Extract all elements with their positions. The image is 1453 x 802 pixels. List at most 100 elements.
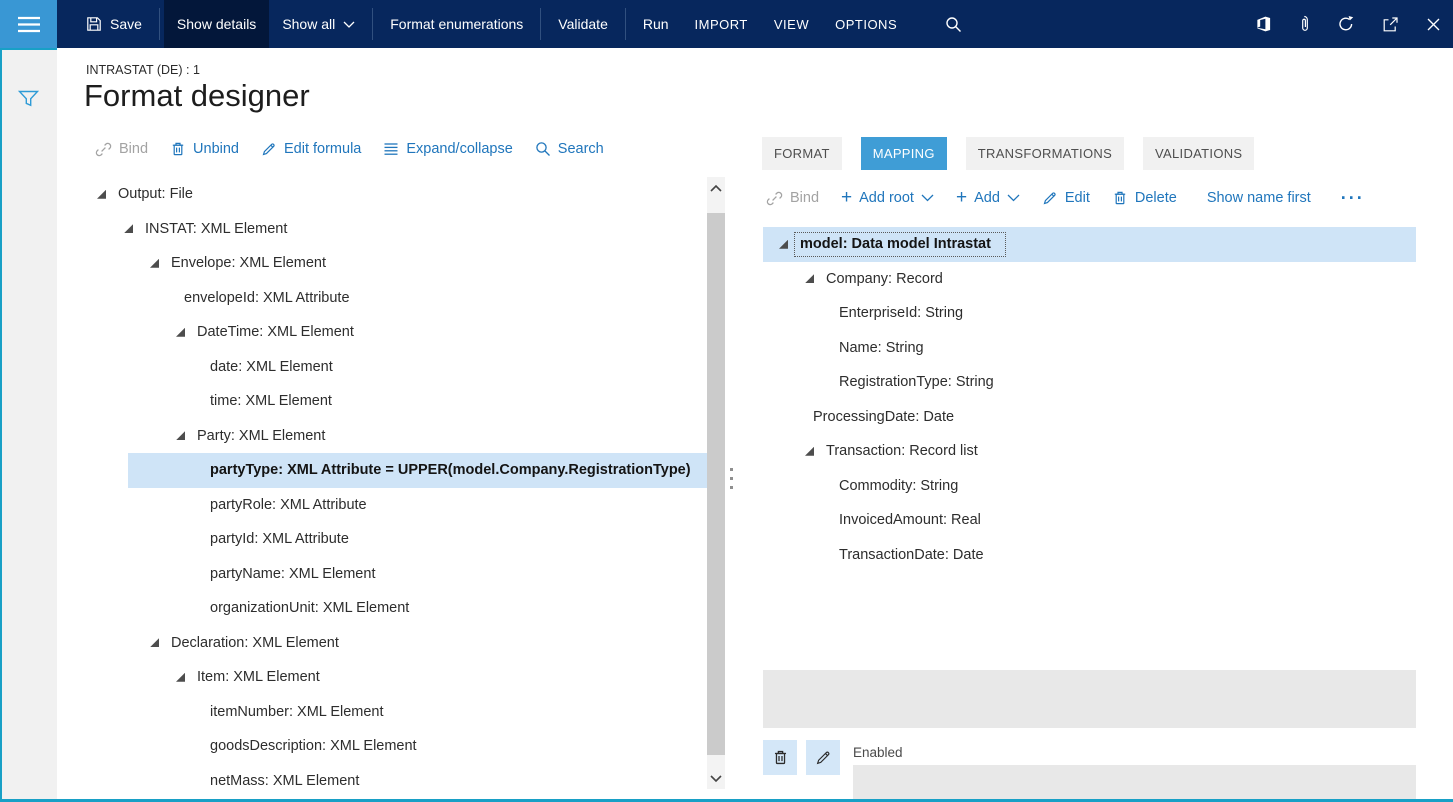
- navbar-menu: Save Show details Show all Format enumer…: [73, 0, 975, 48]
- collapse-triangle-icon[interactable]: [150, 638, 159, 648]
- validate-button[interactable]: Validate: [545, 0, 621, 48]
- edit-formula-button[interactable]: Edit formula: [261, 141, 361, 157]
- pencil-icon: [261, 141, 277, 157]
- save-label: Save: [110, 16, 142, 32]
- add-root-button[interactable]: + Add root: [841, 188, 934, 208]
- save-icon: [86, 16, 102, 32]
- chevron-down-icon: [921, 194, 934, 202]
- bind-button[interactable]: Bind: [95, 141, 148, 158]
- attach-icon[interactable]: [1299, 15, 1310, 33]
- expand-collapse-button[interactable]: Expand/collapse: [383, 141, 513, 157]
- tree-node-date[interactable]: date: XML Element: [84, 350, 708, 385]
- hamburger-menu-button[interactable]: [0, 0, 57, 48]
- tree-node-partyrole[interactable]: partyRole: XML Attribute: [84, 488, 708, 523]
- bind-label: Bind: [790, 190, 820, 206]
- tree-node-netmass[interactable]: netMass: XML Element: [84, 764, 708, 799]
- menu-view[interactable]: VIEW: [761, 0, 822, 48]
- search-tree-button[interactable]: Search: [535, 141, 604, 157]
- add-button[interactable]: + Add: [955, 186, 1020, 208]
- data-model-tree: model: Data model Intrastat Company: Rec…: [763, 227, 1416, 572]
- collapse-triangle-icon[interactable]: [805, 446, 814, 456]
- delete-record-button[interactable]: [763, 740, 797, 775]
- more-options-button[interactable]: ···: [1341, 188, 1365, 209]
- tree-node-party[interactable]: Party: XML Element: [84, 419, 708, 454]
- tree-node-instat[interactable]: INSTAT: XML Element: [84, 212, 708, 247]
- model-node-invoicedamount[interactable]: InvoicedAmount: Real: [763, 503, 1416, 538]
- edit-formula-label: Edit formula: [283, 141, 362, 157]
- scroll-down-icon[interactable]: [708, 774, 724, 784]
- trash-icon: [170, 141, 186, 157]
- collapse-triangle-icon[interactable]: [124, 224, 133, 234]
- refresh-icon[interactable]: [1337, 15, 1355, 33]
- tab-mapping[interactable]: MAPPING: [860, 137, 947, 170]
- collapse-triangle-icon[interactable]: [176, 327, 185, 337]
- tree-node-partytype-selected[interactable]: partyType: XML Attribute = UPPER(model.C…: [84, 453, 708, 488]
- show-all-button[interactable]: Show all: [269, 0, 368, 48]
- show-name-first-button[interactable]: Show name first: [1207, 190, 1311, 206]
- navbar-system-icons: [1255, 0, 1441, 48]
- model-node-enterpriseid[interactable]: EnterpriseId: String: [763, 296, 1416, 331]
- tree-node-time[interactable]: time: XML Element: [84, 384, 708, 419]
- tree-node-envelope[interactable]: Envelope: XML Element: [84, 246, 708, 281]
- tree-node-organizationunit[interactable]: organizationUnit: XML Element: [84, 591, 708, 626]
- model-node-registrationtype[interactable]: RegistrationType: String: [763, 365, 1416, 400]
- import-label: IMPORT: [694, 16, 748, 32]
- tree-node-itemnumber[interactable]: itemNumber: XML Element: [84, 695, 708, 730]
- menu-import[interactable]: IMPORT: [682, 0, 761, 48]
- model-node-name[interactable]: Name: String: [763, 331, 1416, 366]
- search-tree-label: Search: [557, 141, 604, 157]
- tab-format[interactable]: FORMAT: [762, 137, 842, 170]
- collapse-triangle-icon[interactable]: [97, 189, 106, 199]
- scroll-up-icon[interactable]: [708, 183, 724, 193]
- tree-node-item[interactable]: Item: XML Element: [84, 660, 708, 695]
- tree-node-goodsdescription[interactable]: goodsDescription: XML Element: [84, 729, 708, 764]
- tree-node-datetime[interactable]: DateTime: XML Element: [84, 315, 708, 350]
- edit-label: Edit: [1064, 190, 1090, 206]
- menu-options[interactable]: OPTIONS: [822, 0, 910, 48]
- scrollbar-thumb[interactable]: [707, 213, 725, 755]
- enabled-field[interactable]: [853, 765, 1416, 799]
- tab-transformations[interactable]: TRANSFORMATIONS: [965, 137, 1125, 170]
- collapse-triangle-icon[interactable]: [150, 258, 159, 268]
- options-label: OPTIONS: [835, 16, 898, 32]
- page-title: Format designer: [84, 78, 310, 113]
- show-details-label: Show details: [176, 16, 257, 32]
- tree-node-partyname[interactable]: partyName: XML Element: [84, 557, 708, 592]
- tree-node-partyid[interactable]: partyId: XML Attribute: [84, 522, 708, 557]
- save-button[interactable]: Save: [73, 0, 155, 48]
- collapse-triangle-icon[interactable]: [805, 274, 814, 284]
- collapse-triangle-icon[interactable]: [176, 431, 185, 441]
- model-node-processingdate[interactable]: ProcessingDate: Date: [763, 400, 1416, 435]
- add-label: Add: [974, 190, 1000, 206]
- close-icon[interactable]: [1426, 17, 1441, 32]
- tab-validations[interactable]: VALIDATIONS: [1143, 137, 1255, 170]
- format-enumerations-button[interactable]: Format enumerations: [377, 0, 536, 48]
- model-node-commodity[interactable]: Commodity: String: [763, 469, 1416, 504]
- edit-record-button[interactable]: [806, 740, 840, 775]
- tree-scrollbar[interactable]: [707, 177, 725, 789]
- search-button[interactable]: [932, 0, 975, 48]
- delete-button[interactable]: Delete: [1112, 190, 1177, 206]
- collapse-triangle-icon[interactable]: [176, 672, 185, 682]
- run-button[interactable]: Run: [630, 0, 682, 48]
- tree-node-output-file[interactable]: Output: File: [84, 177, 708, 212]
- bind-button-right[interactable]: Bind: [766, 190, 819, 207]
- plus-icon: +: [955, 186, 968, 208]
- format-enumerations-label: Format enumerations: [390, 16, 524, 32]
- delete-label: Delete: [1134, 190, 1177, 206]
- tree-node-declaration[interactable]: Declaration: XML Element: [84, 626, 708, 661]
- pane-splitter-handle[interactable]: [729, 468, 734, 494]
- model-node-transaction[interactable]: Transaction: Record list: [763, 434, 1416, 469]
- edit-button[interactable]: Edit: [1042, 190, 1090, 206]
- collapse-triangle-icon[interactable]: [779, 239, 788, 249]
- show-details-button[interactable]: Show details: [163, 0, 270, 48]
- ellipsis-icon: ···: [1340, 187, 1365, 208]
- model-node-transactiondate[interactable]: TransactionDate: Date: [763, 538, 1416, 573]
- popout-icon[interactable]: [1382, 16, 1399, 33]
- filter-icon[interactable]: [18, 90, 39, 107]
- model-node-company[interactable]: Company: Record: [763, 262, 1416, 297]
- tree-node-envelopeid[interactable]: envelopeId: XML Attribute: [84, 281, 708, 316]
- model-node-root-selected[interactable]: model: Data model Intrastat: [763, 227, 1416, 262]
- unbind-button[interactable]: Unbind: [170, 141, 239, 157]
- office-logo-icon[interactable]: [1255, 15, 1272, 33]
